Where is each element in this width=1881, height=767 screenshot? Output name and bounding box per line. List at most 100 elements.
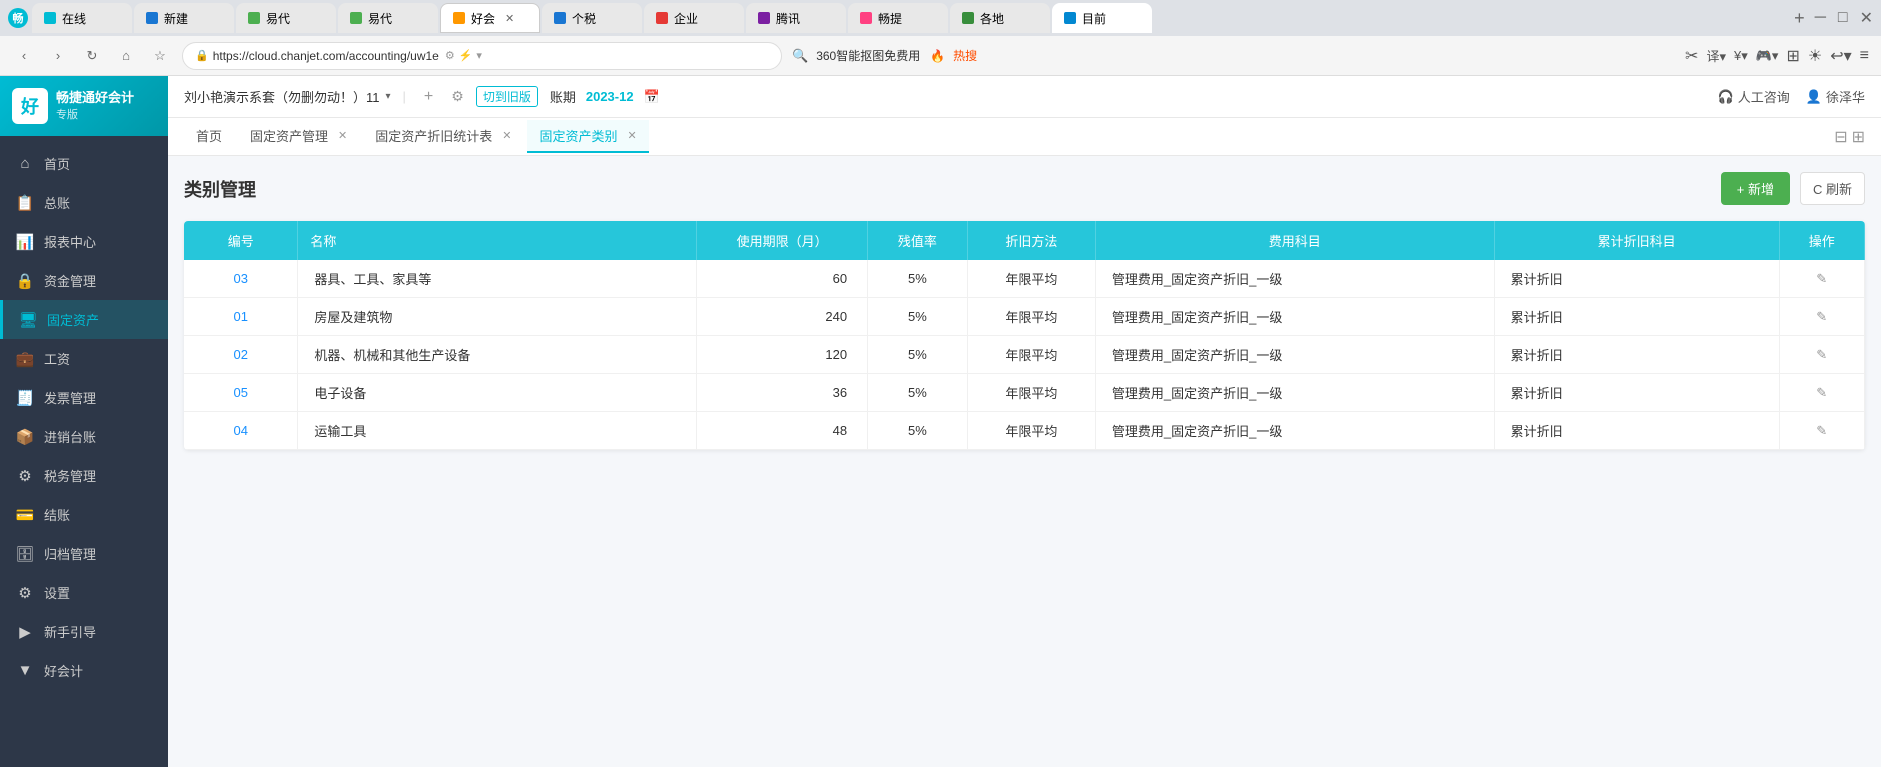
sidebar-item-home[interactable]: ⌂ 首页 — [0, 144, 168, 183]
content-area: 类别管理 + 新增 C 刷新 编号 名称 使用期限（月） 残值率 折旧方法 费用… — [168, 156, 1881, 767]
sidebar-item-funds[interactable]: 🔒 资金管理 — [0, 261, 168, 300]
browser-tab-8[interactable]: 腾讯 — [746, 3, 846, 33]
expand-url-icon[interactable]: ⚙ — [445, 49, 455, 62]
user-profile-button[interactable]: 👤 徐泽华 — [1806, 87, 1865, 106]
browser-tab-1[interactable]: 在线 — [32, 3, 132, 33]
url-dropdown-icon[interactable]: ⚡ — [459, 49, 473, 62]
minimize-panel-icon[interactable]: ⊟ — [1834, 127, 1847, 147]
sidebar-item-reports[interactable]: 📊 报表中心 — [0, 222, 168, 261]
sidebar-item-more[interactable]: ▼ 好会计 — [0, 651, 168, 690]
tab-home[interactable]: 首页 — [184, 120, 234, 153]
user-avatar-icon: 👤 — [1806, 89, 1822, 105]
sidebar-item-archive[interactable]: 🗄 归档管理 — [0, 534, 168, 573]
close-tab-fixed-category-icon[interactable]: ✕ — [628, 129, 637, 142]
grid-icon[interactable]: ⊞ — [1786, 46, 1799, 66]
browser-tab-10[interactable]: 各地 — [950, 3, 1050, 33]
calendar-icon[interactable]: 📅 — [644, 89, 660, 105]
cell-action-1[interactable]: ✎ — [1779, 298, 1865, 336]
add-account-button[interactable]: + — [418, 88, 439, 106]
bookmark-button[interactable]: ☆ — [148, 44, 172, 68]
history-icon[interactable]: ↩▾ — [1830, 46, 1851, 66]
forward-button[interactable]: › — [46, 44, 70, 68]
sidebar-item-tax[interactable]: ⚙ 税务管理 — [0, 456, 168, 495]
close-tab-fixed-depreciation-icon[interactable]: ✕ — [502, 129, 511, 142]
back-button[interactable]: ‹ — [12, 44, 36, 68]
browser-tab-bar: 畅 在线 新建 易代 易代 好会 ✕ 个税 企业 — [0, 0, 1881, 36]
sidebar-item-salary[interactable]: 💼 工资 — [0, 339, 168, 378]
customer-service-button[interactable]: 🎧 人工咨询 — [1718, 87, 1790, 106]
browser-tab-3[interactable]: 易代 — [236, 3, 336, 33]
maximize-button[interactable]: □ — [1838, 9, 1848, 27]
minimize-button[interactable]: ─ — [1815, 9, 1826, 27]
close-tab-fixed-mgmt-icon[interactable]: ✕ — [338, 129, 347, 142]
tab-label-1: 在线 — [62, 10, 86, 27]
tab-fixed-depreciation[interactable]: 固定资产折旧统计表 ✕ — [363, 120, 523, 153]
col-header-name: 名称 — [298, 221, 697, 260]
reload-button[interactable]: ↻ — [80, 44, 104, 68]
browser-logo-icon: 畅 — [8, 8, 28, 28]
currency-button[interactable]: ¥▾ — [1734, 48, 1748, 64]
browser-tab-2[interactable]: 新建 — [134, 3, 234, 33]
maximize-panel-icon[interactable]: ⊞ — [1852, 127, 1865, 147]
cell-accumulated-2: 累计折旧 — [1494, 336, 1779, 374]
scissors-icon[interactable]: ✂ — [1685, 46, 1698, 66]
cell-action-4[interactable]: ✎ — [1779, 412, 1865, 450]
fixed-assets-icon: 🖥 — [19, 311, 37, 329]
cell-method-0: 年限平均 — [967, 260, 1095, 298]
tab-fixed-mgmt[interactable]: 固定资产管理 ✕ — [238, 120, 359, 153]
tab-label-4: 易代 — [368, 10, 392, 27]
browser-tab-6[interactable]: 个税 — [542, 3, 642, 33]
menu-icon[interactable]: ≡ — [1860, 47, 1869, 65]
browser-tab-5[interactable]: 好会 ✕ — [440, 3, 540, 33]
sidebar-label-settings: 设置 — [44, 583, 70, 602]
tab-favicon-1 — [44, 12, 56, 24]
url-input[interactable]: 🔒 https://cloud.chanjet.com/accounting/u… — [182, 42, 782, 70]
browser-tab-9[interactable]: 畅提 — [848, 3, 948, 33]
user-dropdown-icon[interactable]: ▾ — [386, 91, 391, 102]
app-header-left: 刘小艳演示系套（勿删勿动！）11 ▾ | + ⚙ 切到旧版 账期 2023-12… — [184, 86, 660, 107]
switch-version-button[interactable]: 切到旧版 — [476, 86, 538, 107]
game-button[interactable]: 🎮▾ — [1756, 48, 1779, 64]
cell-residual-0: 5% — [868, 260, 968, 298]
sidebar-label-fixed-assets: 固定资产 — [47, 310, 99, 329]
sidebar-item-guide[interactable]: ▶ 新手引导 — [0, 612, 168, 651]
cell-code-0: 03 — [184, 260, 298, 298]
tab-label-9: 畅提 — [878, 10, 902, 27]
cell-action-2[interactable]: ✎ — [1779, 336, 1865, 374]
account-settings-button[interactable]: ⚙ — [451, 88, 464, 105]
add-category-button[interactable]: + 新增 — [1721, 172, 1790, 205]
cell-action-3[interactable]: ✎ — [1779, 374, 1865, 412]
cell-code-2: 02 — [184, 336, 298, 374]
sidebar-item-ledger[interactable]: 📋 总账 — [0, 183, 168, 222]
url-arrow-icon[interactable]: ▾ — [476, 49, 482, 62]
main-content: 刘小艳演示系套（勿删勿动！）11 ▾ | + ⚙ 切到旧版 账期 2023-12… — [168, 76, 1881, 767]
sidebar-item-fixed-assets[interactable]: 🖥 固定资产 — [0, 300, 168, 339]
tab-fixed-category[interactable]: 固定资产类别 ✕ — [527, 120, 648, 153]
sidebar-label-invoice: 发票管理 — [44, 388, 96, 407]
new-tab-button[interactable]: + — [1788, 8, 1811, 29]
cell-method-1: 年限平均 — [967, 298, 1095, 336]
close-button[interactable]: ✕ — [1860, 8, 1873, 28]
browser-tab-7[interactable]: 企业 — [644, 3, 744, 33]
tab-favicon-8 — [758, 12, 770, 24]
sidebar-item-invoice[interactable]: 🧾 发票管理 — [0, 378, 168, 417]
browser-tab-4[interactable]: 易代 — [338, 3, 438, 33]
home-button[interactable]: ⌂ — [114, 44, 138, 68]
tab-label-11: 目前 — [1082, 10, 1106, 27]
translate-button[interactable]: 译▾ — [1706, 46, 1726, 65]
app-logo: 好 — [12, 88, 48, 124]
col-header-method: 折旧方法 — [967, 221, 1095, 260]
refresh-button[interactable]: C 刷新 — [1800, 172, 1865, 205]
reports-icon: 📊 — [16, 233, 34, 251]
sidebar-item-settlement[interactable]: 💳 结账 — [0, 495, 168, 534]
sidebar-item-settings[interactable]: ⚙ 设置 — [0, 573, 168, 612]
search-text: 360智能抠图免费用 — [816, 47, 920, 64]
sidebar: 好 畅捷通好会计 专版 ⌂ 首页 📋 总账 📊 报表中心 🔒 资金管理 — [0, 76, 168, 767]
sidebar-item-inventory[interactable]: 📦 进销台账 — [0, 417, 168, 456]
col-header-accumulated: 累计折旧科目 — [1494, 221, 1779, 260]
page-title: 类别管理 — [184, 176, 256, 202]
browser-tab-11[interactable]: 目前 — [1052, 3, 1152, 33]
close-tab-5-icon[interactable]: ✕ — [505, 12, 514, 25]
cell-action-0[interactable]: ✎ — [1779, 260, 1865, 298]
brightness-icon[interactable]: ☀ — [1808, 46, 1822, 66]
